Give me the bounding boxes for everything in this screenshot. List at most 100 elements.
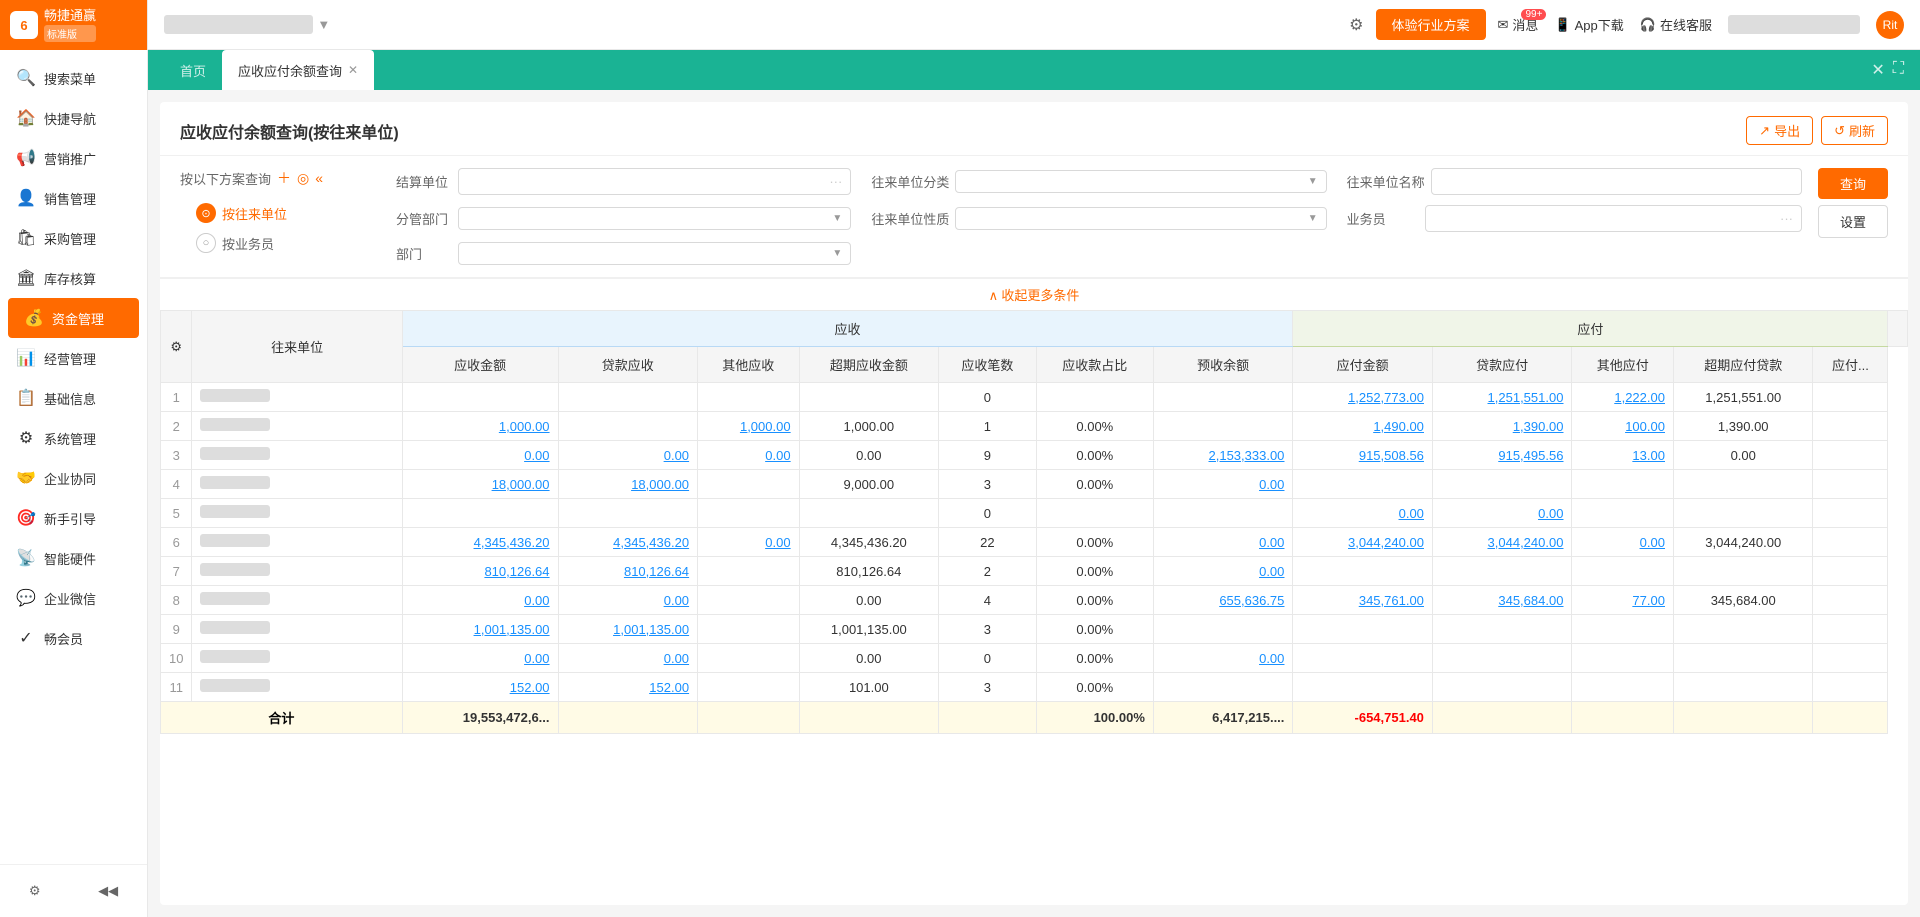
row-ap-loan[interactable]: 915,495.56	[1432, 441, 1572, 470]
row-ap-amount[interactable]	[1293, 673, 1433, 702]
footer-ap-amount[interactable]: -654,751.40	[1293, 702, 1433, 734]
row-ap-other[interactable]: 1,222.00	[1572, 383, 1674, 412]
filter-settlement-input[interactable]: ···	[458, 168, 851, 195]
collapse-bar[interactable]: ∧ 收起更多条件	[160, 278, 1908, 310]
footer-ar-amount[interactable]: 19,553,472,6...	[402, 702, 558, 734]
tab-close-icon[interactable]: ✕	[348, 63, 358, 77]
row-ap-other[interactable]	[1572, 644, 1674, 673]
tab-close-all-icon[interactable]: ✕	[1871, 60, 1884, 80]
row-ap-amount[interactable]: 3,044,240.00	[1293, 528, 1433, 557]
row-ar-prepay[interactable]	[1153, 615, 1293, 644]
settlement-input-field[interactable]	[467, 174, 805, 189]
sidebar-item-finance[interactable]: 💰 资金管理	[8, 298, 139, 338]
row-ar-prepay[interactable]: 655,636.75	[1153, 586, 1293, 615]
row-ar-prepay[interactable]: 0.00	[1153, 470, 1293, 499]
row-ap-loan[interactable]	[1432, 615, 1572, 644]
row-ap-amount[interactable]	[1293, 644, 1433, 673]
row-ar-amount[interactable]: 4,345,436.20	[402, 528, 558, 557]
row-ar-amount[interactable]: 0.00	[402, 441, 558, 470]
sidebar-item-quick-nav[interactable]: 🏠 快捷导航	[0, 98, 147, 138]
app-download-btn[interactable]: 📱 App下载	[1554, 15, 1623, 34]
scheme-collapse-icon[interactable]: «	[315, 170, 323, 186]
row-ar-prepay[interactable]: 0.00	[1153, 557, 1293, 586]
salesman-input-field[interactable]	[1434, 211, 1757, 226]
export-btn[interactable]: ↗ 导出	[1746, 116, 1813, 145]
row-ap-loan[interactable]: 3,044,240.00	[1432, 528, 1572, 557]
filter-dept-manager-select[interactable]: ▼	[458, 207, 851, 230]
row-ap-loan[interactable]: 0.00	[1432, 499, 1572, 528]
row-ar-other[interactable]	[698, 615, 800, 644]
row-ar-other[interactable]	[698, 470, 800, 499]
row-ar-loan[interactable]: 810,126.64	[558, 557, 698, 586]
sidebar-item-purchase[interactable]: 🛍 采购管理	[0, 218, 147, 258]
row-ap-amount[interactable]: 1,490.00	[1293, 412, 1433, 441]
sidebar-item-wechat[interactable]: 💬 企业微信	[0, 578, 147, 618]
filter-salesman-input[interactable]: ···	[1425, 205, 1802, 232]
row-ar-loan[interactable]: 1,001,135.00	[558, 615, 698, 644]
filter-partner-nature-select[interactable]: ▼	[955, 207, 1326, 230]
scheme-option-partner[interactable]: ⊙ 按往来单位	[188, 198, 380, 228]
row-ar-loan[interactable]: 0.00	[558, 644, 698, 673]
refresh-btn[interactable]: ↺ 刷新	[1821, 116, 1888, 145]
row-ar-other[interactable]	[698, 586, 800, 615]
row-ar-amount[interactable]: 0.00	[402, 586, 558, 615]
row-ap-amount[interactable]	[1293, 470, 1433, 499]
tab-home[interactable]: 首页	[164, 50, 222, 90]
row-ap-amount[interactable]	[1293, 557, 1433, 586]
row-ap-other[interactable]: 77.00	[1572, 586, 1674, 615]
row-ar-other[interactable]	[698, 644, 800, 673]
scheme-add-icon[interactable]: ＋	[277, 168, 291, 188]
row-ar-prepay[interactable]	[1153, 383, 1293, 412]
row-ap-loan[interactable]	[1432, 470, 1572, 499]
row-ap-loan[interactable]: 345,684.00	[1432, 586, 1572, 615]
row-ar-prepay[interactable]: 0.00	[1153, 644, 1293, 673]
row-ap-loan[interactable]	[1432, 557, 1572, 586]
sidebar-collapse-btn[interactable]: ◀◀	[90, 875, 126, 907]
row-ar-loan[interactable]	[558, 412, 698, 441]
row-ar-amount[interactable]	[402, 499, 558, 528]
row-ar-loan[interactable]	[558, 383, 698, 412]
trial-btn[interactable]: 体验行业方案	[1376, 9, 1486, 40]
settings-col-header[interactable]: ⚙	[161, 311, 192, 383]
row-ap-amount[interactable]	[1293, 615, 1433, 644]
row-ap-loan[interactable]: 1,251,551.00	[1432, 383, 1572, 412]
sidebar-item-enterprise[interactable]: 🤝 企业协同	[0, 458, 147, 498]
sidebar-item-marketing[interactable]: 📢 营销推广	[0, 138, 147, 178]
row-ar-loan[interactable]: 18,000.00	[558, 470, 698, 499]
row-ap-loan[interactable]	[1432, 673, 1572, 702]
row-ar-other[interactable]: 0.00	[698, 528, 800, 557]
sidebar-item-inventory[interactable]: 🏛 库存核算	[0, 258, 147, 298]
row-ap-other[interactable]: 100.00	[1572, 412, 1674, 441]
sidebar-settings-btn[interactable]: ⚙	[21, 875, 49, 907]
sidebar-item-basic[interactable]: 📋 基础信息	[0, 378, 147, 418]
row-ar-other[interactable]: 0.00	[698, 441, 800, 470]
row-ar-loan[interactable]: 0.00	[558, 441, 698, 470]
row-ar-amount[interactable]: 1,001,135.00	[402, 615, 558, 644]
sidebar-item-system[interactable]: ⚙ 系统管理	[0, 418, 147, 458]
tab-maximize-icon[interactable]: ⛶	[1893, 60, 1904, 80]
gear-icon[interactable]: ⚙	[1349, 15, 1363, 35]
row-ar-prepay[interactable]	[1153, 412, 1293, 441]
row-ap-other[interactable]	[1572, 615, 1674, 644]
row-ap-amount[interactable]: 1,252,773.00	[1293, 383, 1433, 412]
sidebar-item-operations[interactable]: 📊 经营管理	[0, 338, 147, 378]
row-ar-prepay[interactable]: 0.00	[1153, 528, 1293, 557]
row-ar-other[interactable]	[698, 557, 800, 586]
query-btn[interactable]: 查询	[1818, 168, 1888, 199]
user-avatar[interactable]: Rit	[1876, 11, 1904, 39]
scheme-edit-icon[interactable]: ◎	[297, 170, 309, 187]
row-ap-other[interactable]	[1572, 673, 1674, 702]
row-ar-amount[interactable]: 18,000.00	[402, 470, 558, 499]
footer-ar-prepay[interactable]: 6,417,215....	[1153, 702, 1293, 734]
row-ap-other[interactable]: 0.00	[1572, 528, 1674, 557]
filter-partner-category-select[interactable]: ▼	[955, 170, 1326, 193]
online-service-btn[interactable]: 🎧 在线客服	[1640, 15, 1712, 34]
row-ap-amount[interactable]: 915,508.56	[1293, 441, 1433, 470]
sidebar-item-search[interactable]: 🔍 搜索菜单	[0, 58, 147, 98]
row-ar-prepay[interactable]	[1153, 499, 1293, 528]
row-ar-amount[interactable]: 0.00	[402, 644, 558, 673]
scheme-option-salesman[interactable]: ○ 按业务员	[188, 228, 380, 258]
row-ap-loan[interactable]	[1432, 644, 1572, 673]
row-ar-other[interactable]	[698, 499, 800, 528]
row-ar-prepay[interactable]: 2,153,333.00	[1153, 441, 1293, 470]
